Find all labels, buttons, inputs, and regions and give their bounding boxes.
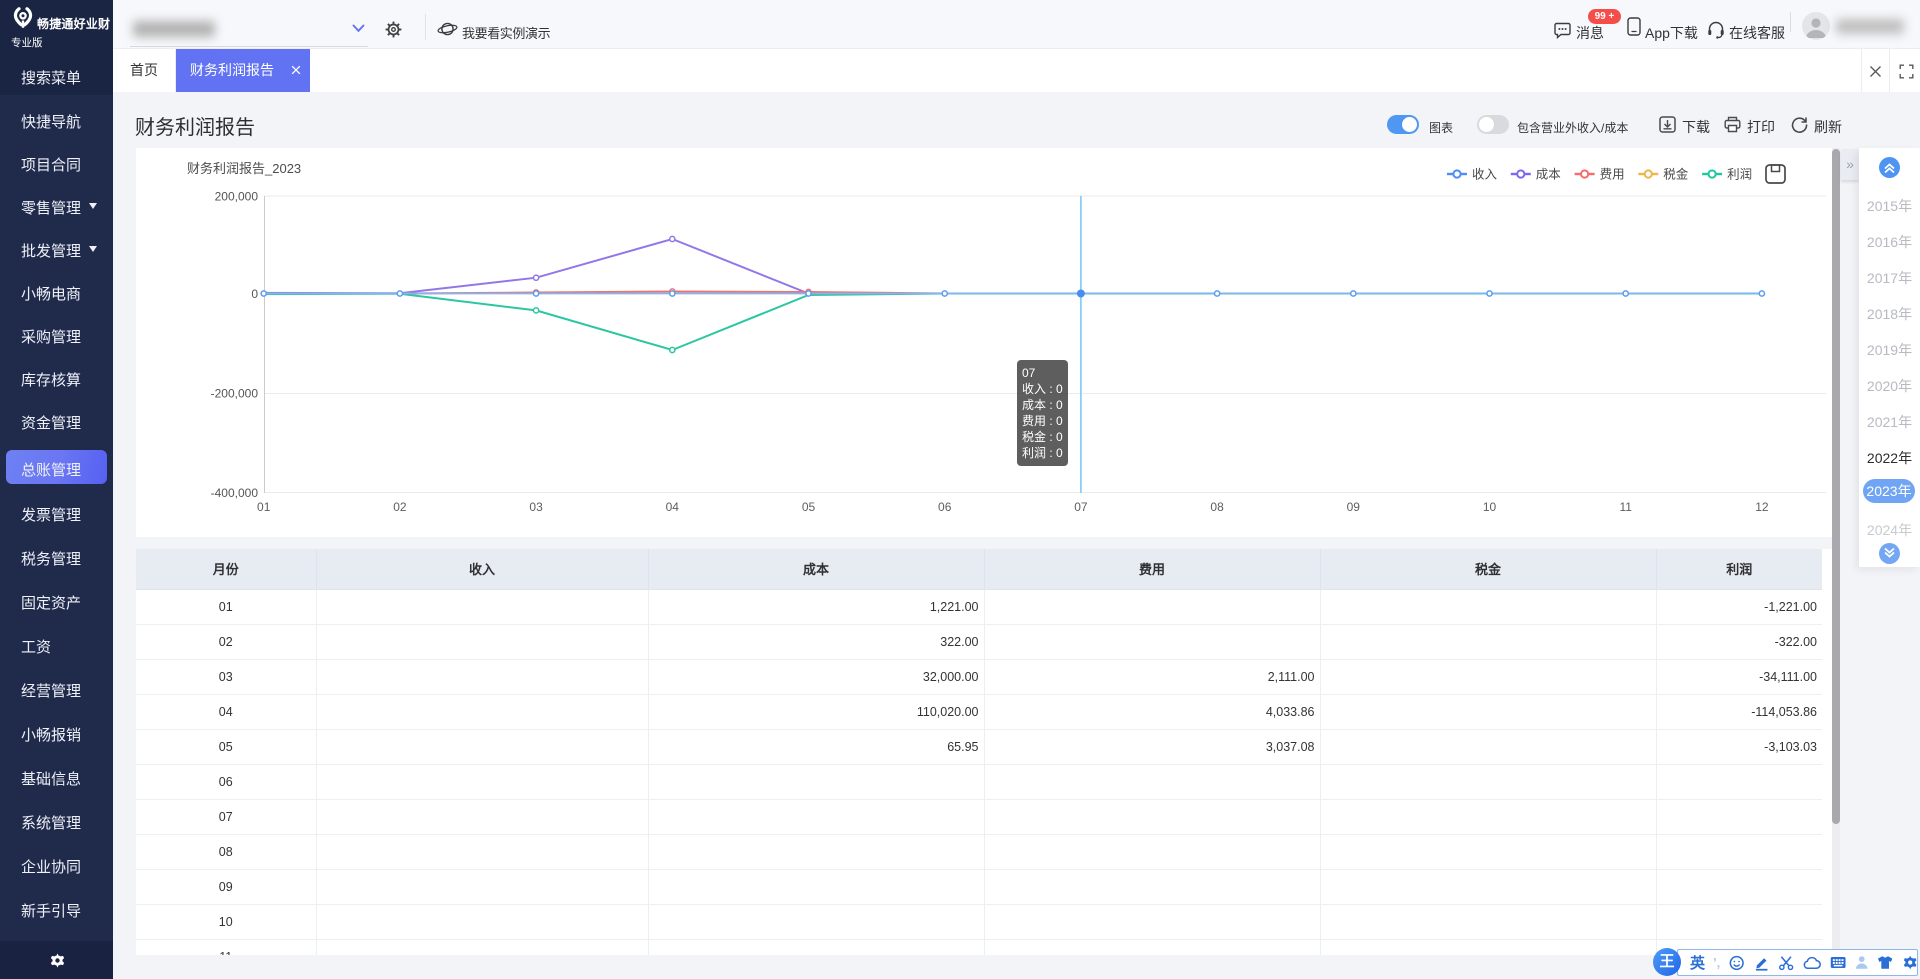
svg-text:财务利润报告_2023: 财务利润报告_2023 [187,161,301,176]
svg-text:03: 03 [529,500,543,514]
svg-text:税金: 税金 [1663,167,1689,182]
svg-text:费用: 费用 [1600,168,1625,182]
svg-text:09: 09 [1347,500,1361,514]
svg-text:-400,000: -400,000 [211,486,259,500]
svg-text:02: 02 [393,500,407,514]
svg-text:05: 05 [802,500,816,514]
svg-text:-200,000: -200,000 [211,387,259,401]
svg-text:07: 07 [1074,500,1088,514]
svg-text:0: 0 [251,287,258,301]
svg-text:收入: 收入 [1472,168,1498,182]
svg-text:01: 01 [257,500,271,514]
svg-text:12: 12 [1755,500,1769,514]
svg-text:利润: 利润 [1727,168,1752,182]
svg-text:成本: 成本 [1536,168,1562,182]
svg-text:08: 08 [1210,500,1224,514]
svg-text:06: 06 [938,500,952,514]
svg-text:200,000: 200,000 [215,190,259,204]
svg-text:04: 04 [666,500,680,514]
svg-text:10: 10 [1483,500,1497,514]
svg-text:11: 11 [1619,500,1632,514]
